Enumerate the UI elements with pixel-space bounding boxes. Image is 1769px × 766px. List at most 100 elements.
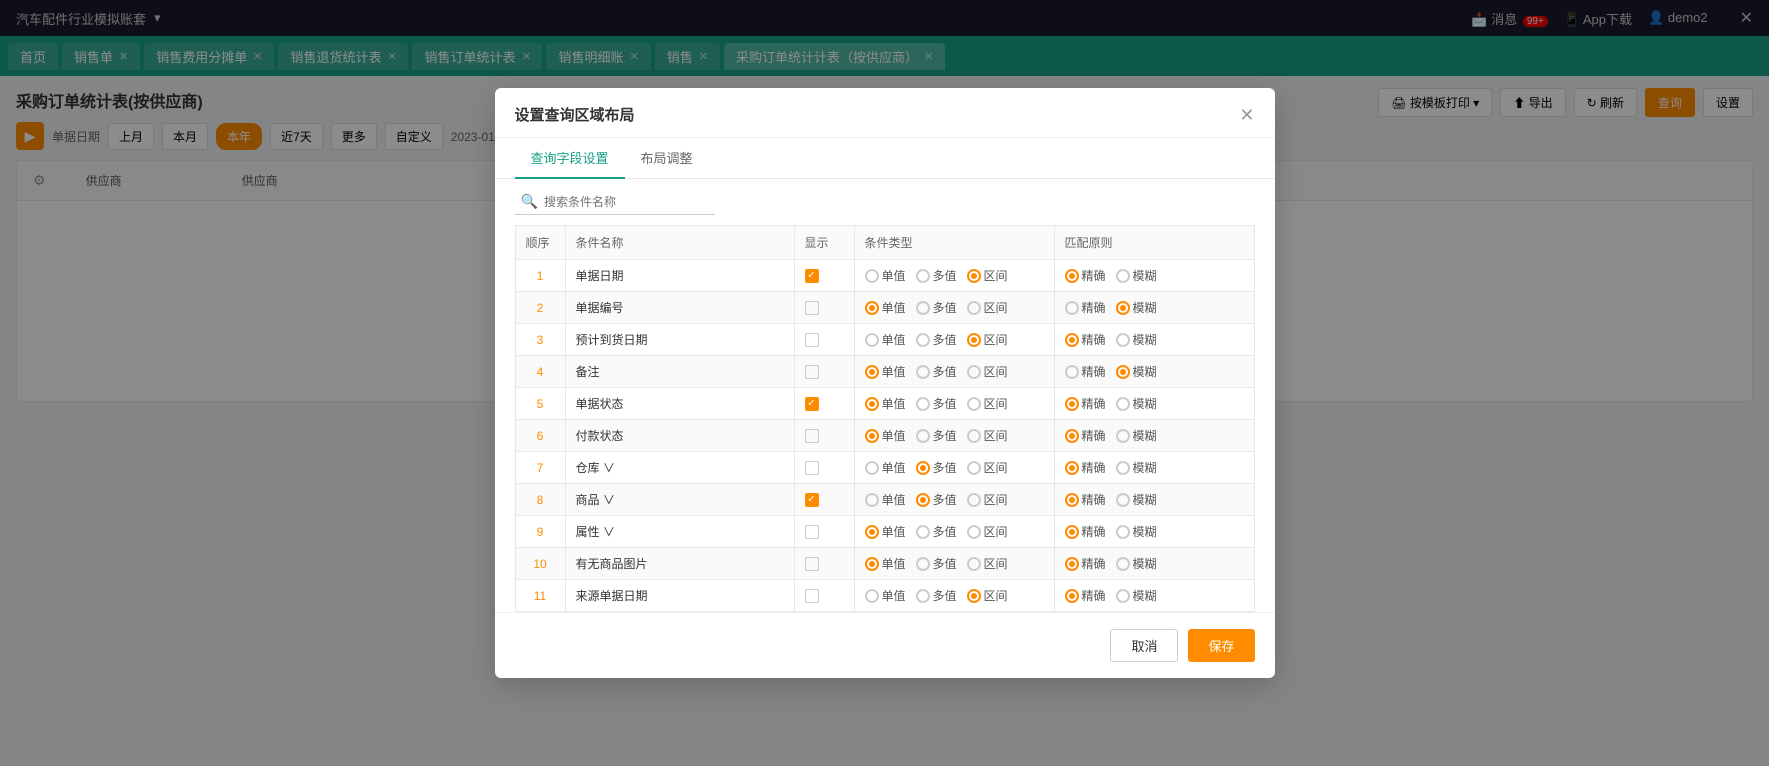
type-radio-item[interactable]: 单值 <box>865 491 906 508</box>
type-radio-item[interactable]: 区间 <box>967 299 1008 316</box>
type-radio-item[interactable]: 区间 <box>967 331 1008 348</box>
table-row: 9属性 ∨单值多值区间精确模糊 <box>515 516 1254 548</box>
type-radio-item[interactable]: 单值 <box>865 427 906 444</box>
cancel-button[interactable]: 取消 <box>1110 629 1178 662</box>
match-radio-item[interactable]: 精确 <box>1065 459 1106 476</box>
cell-order: 3 <box>515 324 565 356</box>
show-checkbox[interactable] <box>805 365 819 379</box>
radio-circle <box>967 493 981 507</box>
radio-circle <box>916 269 930 283</box>
modal-close-button[interactable]: ✕ <box>1239 106 1254 124</box>
save-button[interactable]: 保存 <box>1188 629 1254 662</box>
type-radio-item[interactable]: 多值 <box>916 523 957 540</box>
modal-table: 顺序 条件名称 显示 条件类型 匹配原则 1单据日期单值多值区间精确模糊2单据编… <box>515 225 1255 612</box>
radio-label: 区间 <box>984 587 1008 604</box>
match-radio-item[interactable]: 精确 <box>1065 267 1106 284</box>
type-radio-item[interactable]: 多值 <box>916 363 957 380</box>
type-radio-item[interactable]: 单值 <box>865 555 906 572</box>
modal-table-body: 1单据日期单值多值区间精确模糊2单据编号单值多值区间精确模糊3预计到货日期单值多… <box>515 260 1254 612</box>
type-radio-item[interactable]: 区间 <box>967 523 1008 540</box>
tab-query-fields[interactable]: 查询字段设置 <box>515 138 625 179</box>
type-radio-item[interactable]: 单值 <box>865 587 906 604</box>
type-radio-item[interactable]: 区间 <box>967 363 1008 380</box>
match-radio-item[interactable]: 精确 <box>1065 395 1106 412</box>
type-radio-item[interactable]: 多值 <box>916 459 957 476</box>
show-checkbox[interactable] <box>805 525 819 539</box>
show-checkbox[interactable] <box>805 429 819 443</box>
match-radio-item[interactable]: 模糊 <box>1116 299 1157 316</box>
match-radio-item[interactable]: 精确 <box>1065 587 1106 604</box>
match-radio-item[interactable]: 模糊 <box>1116 363 1157 380</box>
show-checkbox[interactable] <box>805 589 819 603</box>
match-radio-item[interactable]: 精确 <box>1065 363 1106 380</box>
cell-name: 有无商品图片 <box>565 548 794 580</box>
match-radio-item[interactable]: 精确 <box>1065 491 1106 508</box>
type-radio-item[interactable]: 多值 <box>916 491 957 508</box>
cell-type: 单值多值区间 <box>854 516 1054 548</box>
cell-name: 单据状态 <box>565 388 794 420</box>
th-name: 条件名称 <box>565 226 794 260</box>
match-radio-item[interactable]: 模糊 <box>1116 459 1157 476</box>
show-checkbox[interactable] <box>805 397 819 411</box>
search-input[interactable] <box>544 195 709 209</box>
show-checkbox[interactable] <box>805 461 819 475</box>
type-radio-item[interactable]: 多值 <box>916 395 957 412</box>
th-show: 显示 <box>794 226 854 260</box>
table-row: 4备注单值多值区间精确模糊 <box>515 356 1254 388</box>
match-radio-item[interactable]: 模糊 <box>1116 491 1157 508</box>
tab-layout-adjust[interactable]: 布局调整 <box>625 138 709 179</box>
show-checkbox[interactable] <box>805 269 819 283</box>
type-radio-item[interactable]: 单值 <box>865 331 906 348</box>
match-radio-item[interactable]: 模糊 <box>1116 587 1157 604</box>
match-radio-item[interactable]: 精确 <box>1065 331 1106 348</box>
radio-circle <box>916 397 930 411</box>
show-checkbox[interactable] <box>805 333 819 347</box>
match-radio-item[interactable]: 模糊 <box>1116 523 1157 540</box>
type-radio-item[interactable]: 区间 <box>967 267 1008 284</box>
match-radio-item[interactable]: 模糊 <box>1116 427 1157 444</box>
match-radio-item[interactable]: 精确 <box>1065 427 1106 444</box>
type-radio-item[interactable]: 多值 <box>916 331 957 348</box>
radio-label: 单值 <box>882 331 906 348</box>
radio-label: 单值 <box>882 555 906 572</box>
radio-circle <box>967 525 981 539</box>
type-radio-item[interactable]: 区间 <box>967 427 1008 444</box>
type-radio-item[interactable]: 单值 <box>865 523 906 540</box>
radio-label: 单值 <box>882 459 906 476</box>
type-radio-item[interactable]: 区间 <box>967 555 1008 572</box>
type-radio-item[interactable]: 单值 <box>865 395 906 412</box>
type-radio-item[interactable]: 区间 <box>967 395 1008 412</box>
match-radio-item[interactable]: 精确 <box>1065 523 1106 540</box>
match-radio-item[interactable]: 模糊 <box>1116 331 1157 348</box>
type-radio-item[interactable]: 多值 <box>916 299 957 316</box>
radio-label: 模糊 <box>1133 299 1157 316</box>
type-radio-item[interactable]: 多值 <box>916 267 957 284</box>
table-head: 顺序 条件名称 显示 条件类型 匹配原则 <box>515 226 1254 260</box>
cell-order: 10 <box>515 548 565 580</box>
type-radio-item[interactable]: 多值 <box>916 555 957 572</box>
type-radio-item[interactable]: 区间 <box>967 491 1008 508</box>
match-radio-item[interactable]: 模糊 <box>1116 555 1157 572</box>
show-checkbox[interactable] <box>805 493 819 507</box>
radio-circle <box>916 301 930 315</box>
match-radio-item[interactable]: 精确 <box>1065 555 1106 572</box>
type-radio-item[interactable]: 单值 <box>865 459 906 476</box>
type-radio-item[interactable]: 多值 <box>916 427 957 444</box>
modal-table-wrap: 顺序 条件名称 显示 条件类型 匹配原则 1单据日期单值多值区间精确模糊2单据编… <box>495 225 1275 612</box>
show-checkbox[interactable] <box>805 301 819 315</box>
table-row: 10有无商品图片 单值多值区间 精确模糊 <box>515 548 1254 580</box>
radio-label: 区间 <box>984 363 1008 380</box>
show-checkbox[interactable] <box>805 557 819 571</box>
radio-circle <box>916 333 930 347</box>
type-radio-item[interactable]: 单值 <box>865 299 906 316</box>
match-radio-item[interactable]: 精确 <box>1065 299 1106 316</box>
modal-overlay: 设置查询区域布局 ✕ 查询字段设置 布局调整 🔍 顺序 条件名称 显示 <box>0 0 1769 766</box>
type-radio-item[interactable]: 单值 <box>865 363 906 380</box>
type-radio-item[interactable]: 单值 <box>865 267 906 284</box>
match-radio-item[interactable]: 模糊 <box>1116 267 1157 284</box>
type-radio-item[interactable]: 区间 <box>967 587 1008 604</box>
radio-circle <box>1065 429 1079 443</box>
match-radio-item[interactable]: 模糊 <box>1116 395 1157 412</box>
type-radio-item[interactable]: 区间 <box>967 459 1008 476</box>
type-radio-item[interactable]: 多值 <box>916 587 957 604</box>
